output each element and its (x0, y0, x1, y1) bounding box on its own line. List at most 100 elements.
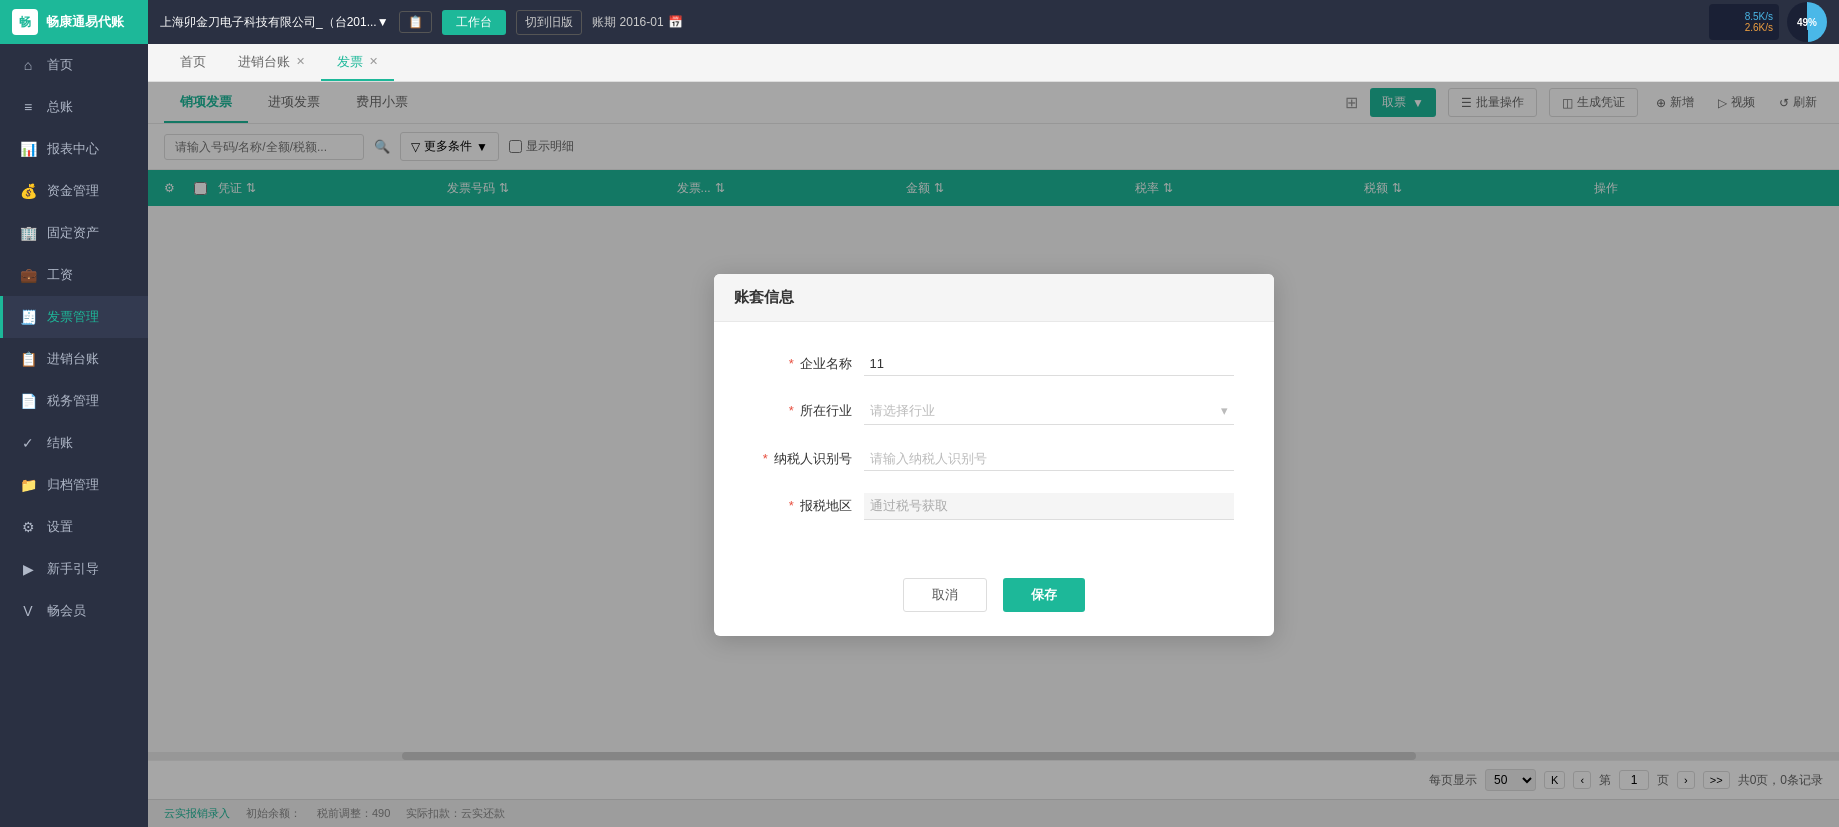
taxregion-placeholder: 通过税号获取 (870, 498, 948, 513)
tab-invoice-label: 发票 (337, 53, 363, 71)
required-star: * (789, 403, 794, 418)
logo-icon: 畅 (12, 9, 38, 35)
sidebar-item-settings[interactable]: ⚙ 设置 (0, 506, 148, 548)
modal-footer: 取消 保存 (714, 562, 1274, 636)
sidebar-item-settlement[interactable]: ✓ 结账 (0, 422, 148, 464)
form-row-taxid: * 纳税人识别号 (754, 447, 1234, 471)
sidebar-item-label: 税务管理 (47, 392, 99, 410)
period-display: 账期 2016-01 📅 (592, 14, 683, 31)
modal-title: 账套信息 (734, 288, 794, 305)
modal-body: * 企业名称 * 所在行业 请选择行业 ▾ (714, 322, 1274, 562)
nav-tabs-bar: 首页 进销台账 ✕ 发票 ✕ (148, 44, 1839, 82)
ledger-icon: ≡ (19, 99, 37, 115)
taxregion-field-label: 报税地区 (800, 498, 852, 513)
industry-field-label: 所在行业 (800, 403, 852, 418)
sidebar-item-salary[interactable]: 💼 工资 (0, 254, 148, 296)
salary-icon: 💼 (19, 267, 37, 283)
sidebar-item-assets[interactable]: 🏢 固定资产 (0, 212, 148, 254)
tab-invoice-close[interactable]: ✕ (369, 55, 378, 68)
taxregion-disabled: 通过税号获取 (864, 493, 1234, 520)
invoice-icon: 🧾 (19, 309, 37, 325)
chevron-down-icon: ▾ (1221, 403, 1228, 418)
tab-home[interactable]: 首页 (164, 45, 222, 81)
topbar: 上海卯金刀电子科技有限公司_（台201...▼ 📋 工作台 切到旧版 账期 20… (148, 0, 1839, 44)
sidebar-item-label: 工资 (47, 266, 73, 284)
required-star: * (789, 356, 794, 371)
sidebar-item-invoice[interactable]: 🧾 发票管理 (0, 296, 148, 338)
form-row-company: * 企业名称 (754, 352, 1234, 376)
sidebar-item-label: 新手引导 (47, 560, 99, 578)
save-button[interactable]: 保存 (1003, 578, 1085, 612)
industry-select[interactable]: 请选择行业 ▾ (864, 398, 1234, 425)
required-star: * (763, 451, 768, 466)
company-name-input[interactable] (864, 352, 1234, 376)
sidebar-item-label: 固定资产 (47, 224, 99, 242)
company-name: 上海卯金刀电子科技有限公司_（台201...▼ (160, 14, 389, 31)
sidebar: 畅 畅康通易代账 ⌂ 首页 ≡ 总账 📊 报表中心 💰 资金管理 🏢 固定资产 … (0, 0, 148, 827)
app-logo: 畅 畅康通易代账 (0, 0, 148, 44)
settings-icon: ⚙ (19, 519, 37, 535)
sidebar-item-label: 总账 (47, 98, 73, 116)
workbench-button[interactable]: 工作台 (442, 10, 506, 35)
settlement-icon: ✓ (19, 435, 37, 451)
form-row-taxregion: * 报税地区 通过税号获取 (754, 493, 1234, 520)
account-info-modal: 账套信息 * 企业名称 * 所在行 (714, 274, 1274, 636)
sidebar-item-member[interactable]: V 畅会员 (0, 590, 148, 632)
app-name: 畅康通易代账 (46, 13, 124, 31)
switch-old-button[interactable]: 切到旧版 (516, 10, 582, 35)
required-star: * (789, 498, 794, 513)
form-row-industry: * 所在行业 请选择行业 ▾ (754, 398, 1234, 425)
sidebar-item-trade[interactable]: 📋 进销台账 (0, 338, 148, 380)
cpu-percent: 49% (1787, 2, 1827, 42)
sidebar-item-label: 结账 (47, 434, 73, 452)
company-selector[interactable]: 上海卯金刀电子科技有限公司_（台201...▼ (160, 14, 389, 31)
modal-overlay: 账套信息 * 企业名称 * 所在行 (148, 82, 1839, 827)
archive-button[interactable]: 📋 (399, 11, 432, 33)
sidebar-item-tax[interactable]: 📄 税务管理 (0, 380, 148, 422)
sidebar-item-home[interactable]: ⌂ 首页 (0, 44, 148, 86)
tax-icon: 📄 (19, 393, 37, 409)
modal-header: 账套信息 (714, 274, 1274, 322)
archive-icon: 📁 (19, 477, 37, 493)
sidebar-item-label: 归档管理 (47, 476, 99, 494)
tab-invoice[interactable]: 发票 ✕ (321, 45, 394, 81)
industry-placeholder: 请选择行业 (870, 402, 935, 420)
tab-trade-close[interactable]: ✕ (296, 55, 305, 68)
assets-icon: 🏢 (19, 225, 37, 241)
company-label: * 企业名称 (754, 355, 864, 373)
content-area: 销项发票 进项发票 费用小票 ⊞ 取票 ▼ ☰ 批量操作 (148, 82, 1839, 827)
sidebar-item-label: 畅会员 (47, 602, 86, 620)
sidebar-item-label: 资金管理 (47, 182, 99, 200)
speed-widget: 8.5K/s 2.6K/s (1709, 4, 1779, 40)
sidebar-item-label: 设置 (47, 518, 73, 536)
member-icon: V (19, 603, 37, 619)
taxid-input[interactable] (864, 447, 1234, 471)
taxid-field-label: 纳税人识别号 (774, 451, 852, 466)
sidebar-item-label: 进销台账 (47, 350, 99, 368)
home-icon: ⌂ (19, 57, 37, 73)
tab-trade[interactable]: 进销台账 ✕ (222, 45, 321, 81)
topbar-right: 8.5K/s 2.6K/s 49% (1709, 2, 1827, 42)
trade-icon: 📋 (19, 351, 37, 367)
sidebar-item-guide[interactable]: ▶ 新手引导 (0, 548, 148, 590)
guide-icon: ▶ (19, 561, 37, 577)
sidebar-item-label: 首页 (47, 56, 73, 74)
archive-icon: 📋 (408, 15, 423, 29)
sidebar-item-archive[interactable]: 📁 归档管理 (0, 464, 148, 506)
report-icon: 📊 (19, 141, 37, 157)
sidebar-item-capital[interactable]: 💰 资金管理 (0, 170, 148, 212)
company-field-label: 企业名称 (800, 356, 852, 371)
sidebar-item-ledger[interactable]: ≡ 总账 (0, 86, 148, 128)
sidebar-item-report[interactable]: 📊 报表中心 (0, 128, 148, 170)
taxregion-label: * 报税地区 (754, 497, 864, 515)
upload-speed: 8.5K/s (1745, 11, 1773, 22)
cancel-button[interactable]: 取消 (903, 578, 987, 612)
main-area: 上海卯金刀电子科技有限公司_（台201...▼ 📋 工作台 切到旧版 账期 20… (148, 0, 1839, 827)
calendar-icon: 📅 (668, 15, 683, 29)
industry-label: * 所在行业 (754, 402, 864, 420)
capital-icon: 💰 (19, 183, 37, 199)
tab-home-label: 首页 (180, 53, 206, 71)
download-speed: 2.6K/s (1745, 22, 1773, 33)
tab-trade-label: 进销台账 (238, 53, 290, 71)
period-value: 2016-01 (620, 15, 664, 29)
